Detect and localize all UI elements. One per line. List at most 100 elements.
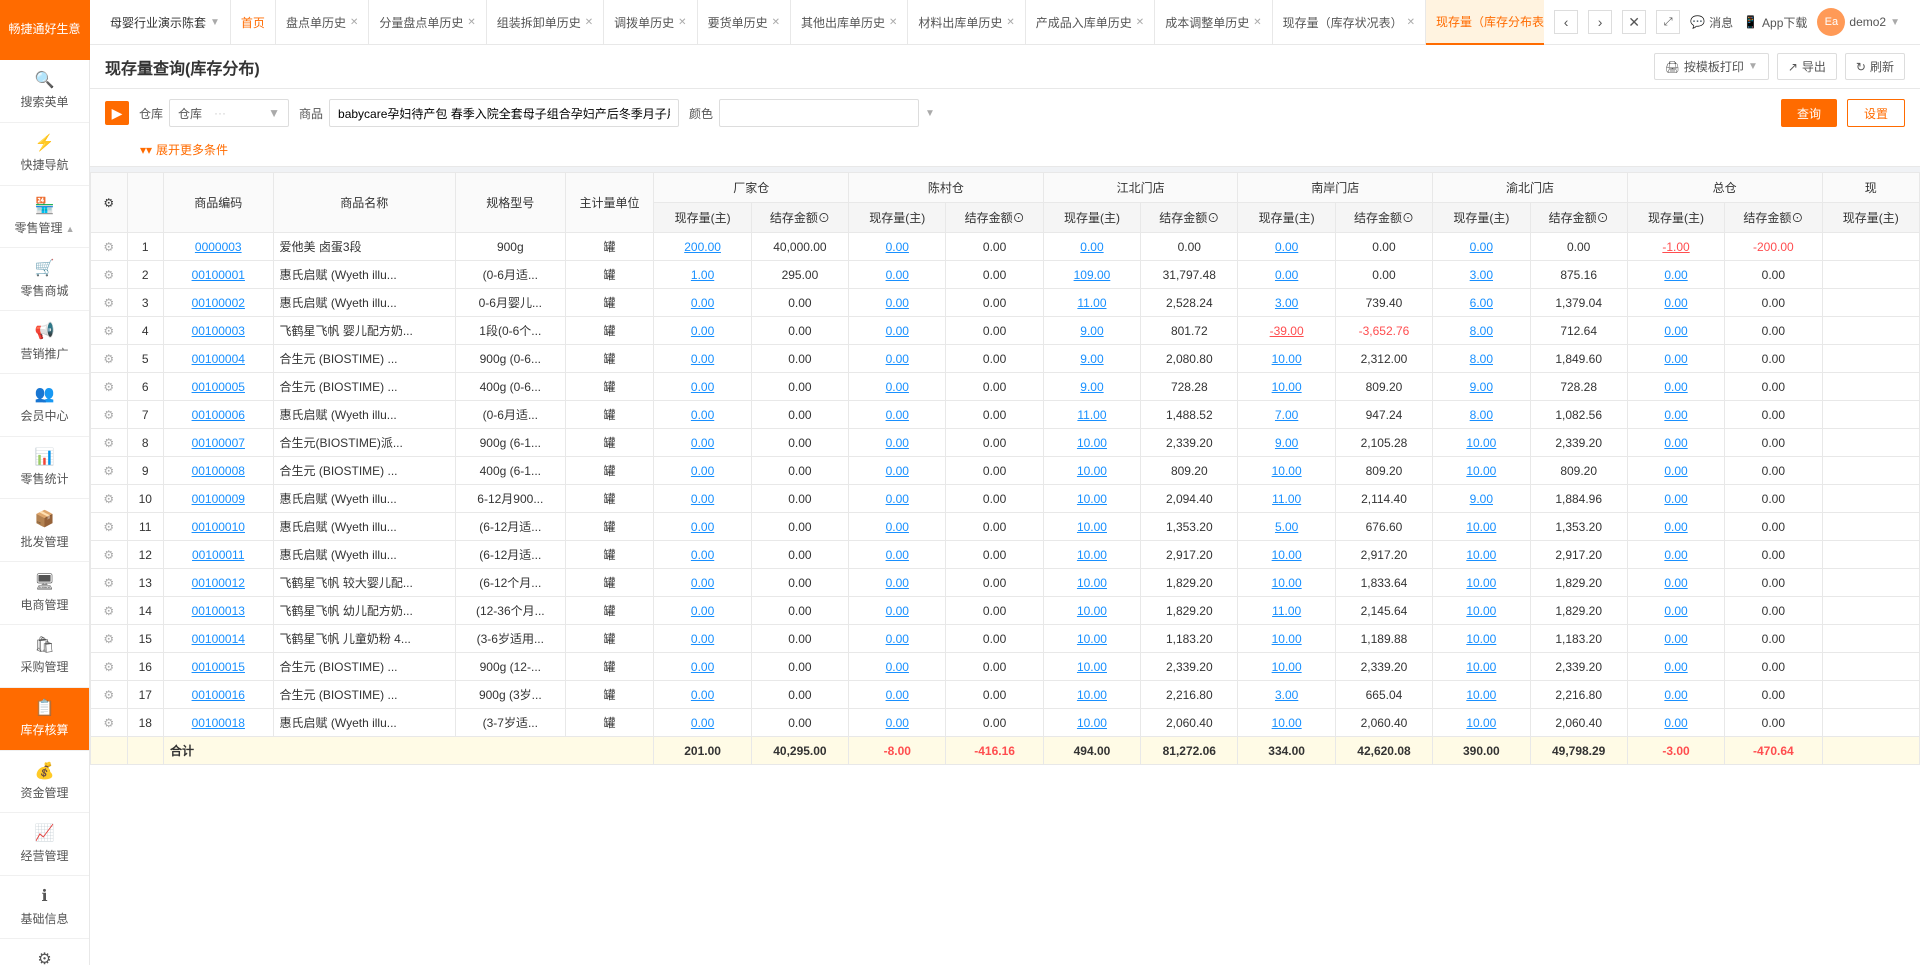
warehouse-selector[interactable]: 仓库 ··· ▼ <box>169 99 289 127</box>
sidebar-item-wholesale[interactable]: 📦 批发管理 <box>0 499 89 562</box>
row-settings[interactable]: ⚙ <box>91 457 128 485</box>
tab-yaohuo[interactable]: 要货单历史 ✕ <box>698 0 791 45</box>
tab-zuzhuan[interactable]: 组装拆卸单历史 ✕ <box>487 0 604 45</box>
purchase-icon: 🛍 <box>5 635 84 657</box>
row-settings[interactable]: ⚙ <box>91 569 128 597</box>
col-settings-header[interactable]: ⚙ <box>91 173 128 233</box>
app-download-icon: 📱 <box>1743 15 1758 29</box>
row-settings[interactable]: ⚙ <box>91 289 128 317</box>
tab-close-icon[interactable]: ✕ <box>585 17 593 28</box>
sidebar-item-member[interactable]: 👥 会员中心 <box>0 374 89 437</box>
row-settings[interactable]: ⚙ <box>91 709 128 737</box>
tab-close-icon[interactable]: ✕ <box>467 17 475 28</box>
tab-close-icon[interactable]: ✕ <box>772 17 780 28</box>
settings-button[interactable]: 设置 <box>1847 99 1905 127</box>
row-f-amt: 0.00 <box>751 513 848 541</box>
inventory-table: ⚙ 商品编码 商品名称 规格型号 主计量单位 厂家仓 陈村仓 江北门店 南岸门店… <box>90 172 1920 765</box>
tab-chancheng-ruku[interactable]: 产成品入库单历史 ✕ <box>1026 0 1155 45</box>
sidebar-item-retail-store[interactable]: 🛒 零售商城 <box>0 248 89 311</box>
row-code: 00100007 <box>164 429 274 457</box>
tab-close-icon[interactable]: ✕ <box>1407 17 1415 28</box>
goods-input[interactable] <box>329 99 679 127</box>
refresh-icon: ↻ <box>1856 60 1866 74</box>
row-settings[interactable]: ⚙ <box>91 513 128 541</box>
row-name: 惠氏启赋 (Wyeth illu... <box>273 401 456 429</box>
tab-chengben[interactable]: 成本调整单历史 ✕ <box>1155 0 1272 45</box>
row-total-qty: 0.00 <box>1627 317 1724 345</box>
tab-close-icon[interactable]: ✕ <box>1136 17 1144 28</box>
app-download-button[interactable]: 📱 App下载 <box>1743 14 1807 31</box>
query-button[interactable]: 查询 <box>1781 99 1837 127</box>
row-f-qty: 0.00 <box>654 401 751 429</box>
row-settings[interactable]: ⚙ <box>91 345 128 373</box>
nav-home[interactable]: 首页 <box>231 0 276 45</box>
message-button[interactable]: 💬 消息 <box>1690 14 1733 31</box>
row-f-qty: 0.00 <box>654 597 751 625</box>
sidebar-item-marketing[interactable]: 📢 营销推广 <box>0 311 89 374</box>
sidebar-item-purchase[interactable]: 🛍 采购管理 <box>0 625 89 688</box>
row-settings[interactable]: ⚙ <box>91 233 128 261</box>
row-na-amt: 2,312.00 <box>1335 345 1432 373</box>
row-settings[interactable]: ⚙ <box>91 401 128 429</box>
nav-next-button[interactable]: › <box>1588 10 1612 34</box>
color-input[interactable] <box>719 99 919 127</box>
row-settings[interactable]: ⚙ <box>91 429 128 457</box>
sidebar-item-retail-stats[interactable]: 📊 零售统计 <box>0 437 89 500</box>
row-settings[interactable]: ⚙ <box>91 597 128 625</box>
tab-diaobo[interactable]: 调拨单历史 ✕ <box>604 0 697 45</box>
row-idx: 4 <box>127 317 164 345</box>
industry-selector[interactable]: 母婴行业演示陈套 ▼ <box>100 0 231 45</box>
sidebar-item-shortcut[interactable]: ⚡ 快捷导航 <box>0 123 89 186</box>
sidebar-item-basic[interactable]: ℹ 基础信息 <box>0 876 89 939</box>
sidebar-item-operation[interactable]: 📈 经营管理 <box>0 813 89 876</box>
table-row: ⚙ 1 0000003 爱他美 卤蛋3段 900g 罐 200.00 40,00… <box>91 233 1920 261</box>
row-f-amt: 40,000.00 <box>751 233 848 261</box>
sidebar-item-ecommerce[interactable]: 🖥 电商管理 <box>0 562 89 625</box>
refresh-button[interactable]: ↻ 刷新 <box>1845 53 1905 80</box>
row-settings[interactable]: ⚙ <box>91 681 128 709</box>
tab-close-icon[interactable]: ✕ <box>678 17 686 28</box>
row-jb-amt: 809.20 <box>1141 457 1238 485</box>
tab-fenpanding[interactable]: 分量盘点单历史 ✕ <box>369 0 486 45</box>
expand-button[interactable]: ▶ <box>105 101 129 125</box>
row-unit: 罐 <box>565 401 654 429</box>
table-row: ⚙ 2 00100001 惠氏启赋 (Wyeth illu... (0-6月适.… <box>91 261 1920 289</box>
row-c-qty: 0.00 <box>849 513 946 541</box>
col-c-amt-header: 结存金额⊙ <box>946 203 1043 233</box>
export-button[interactable]: ↗ 导出 <box>1777 53 1837 80</box>
row-unit: 罐 <box>565 485 654 513</box>
sidebar-item-system[interactable]: ⚙ 系统管理 <box>0 939 89 965</box>
row-c-amt: 0.00 <box>946 541 1043 569</box>
row-settings[interactable]: ⚙ <box>91 317 128 345</box>
sidebar-item-inventory[interactable]: 📋 库存核算 <box>0 688 89 751</box>
row-na-amt: 2,105.28 <box>1335 429 1432 457</box>
tab-qita-chuku[interactable]: 其他出库单历史 ✕ <box>791 0 908 45</box>
nav-prev-button[interactable]: ‹ <box>1554 10 1578 34</box>
row-c-qty: 0.00 <box>849 373 946 401</box>
tab-close-icon[interactable]: ✕ <box>1006 17 1014 28</box>
sidebar-item-finance[interactable]: 💰 资金管理 <box>0 751 89 814</box>
tab-close-icon[interactable]: ✕ <box>1253 17 1261 28</box>
expand-more-button[interactable]: ▾▾ 展开更多条件 <box>140 141 1905 158</box>
sidebar-item-retail[interactable]: 🏪 零售管理 ▲ <box>0 186 89 249</box>
row-settings[interactable]: ⚙ <box>91 261 128 289</box>
tab-kucun-fenbU[interactable]: 现存量（库存分布表） ✕ <box>1426 0 1544 45</box>
row-settings[interactable]: ⚙ <box>91 625 128 653</box>
row-na-qty: 0.00 <box>1238 261 1335 289</box>
row-settings[interactable]: ⚙ <box>91 541 128 569</box>
row-settings[interactable]: ⚙ <box>91 485 128 513</box>
row-settings[interactable]: ⚙ <box>91 653 128 681</box>
print-button[interactable]: 🖨 按模板打印 ▼ <box>1654 53 1769 80</box>
sidebar-item-search[interactable]: 🔍 搜索英单 <box>0 60 89 123</box>
nav-close-button[interactable]: ✕ <box>1622 10 1646 34</box>
row-na-amt: 0.00 <box>1335 233 1432 261</box>
tab-close-icon[interactable]: ✕ <box>889 17 897 28</box>
nav-expand-button[interactable]: ⤢ <box>1656 10 1680 34</box>
user-menu[interactable]: Ea demo2 ▼ <box>1817 8 1900 36</box>
tab-cailiao-chuku[interactable]: 材料出库单历史 ✕ <box>908 0 1025 45</box>
row-settings[interactable]: ⚙ <box>91 373 128 401</box>
tab-close-icon[interactable]: ✕ <box>350 17 358 28</box>
tab-panding[interactable]: 盘点单历史 ✕ <box>276 0 369 45</box>
tab-kucun-zhuangtai[interactable]: 现存量（库存状况表） ✕ <box>1273 0 1426 45</box>
color-dropdown-icon[interactable]: ▼ <box>925 108 935 119</box>
